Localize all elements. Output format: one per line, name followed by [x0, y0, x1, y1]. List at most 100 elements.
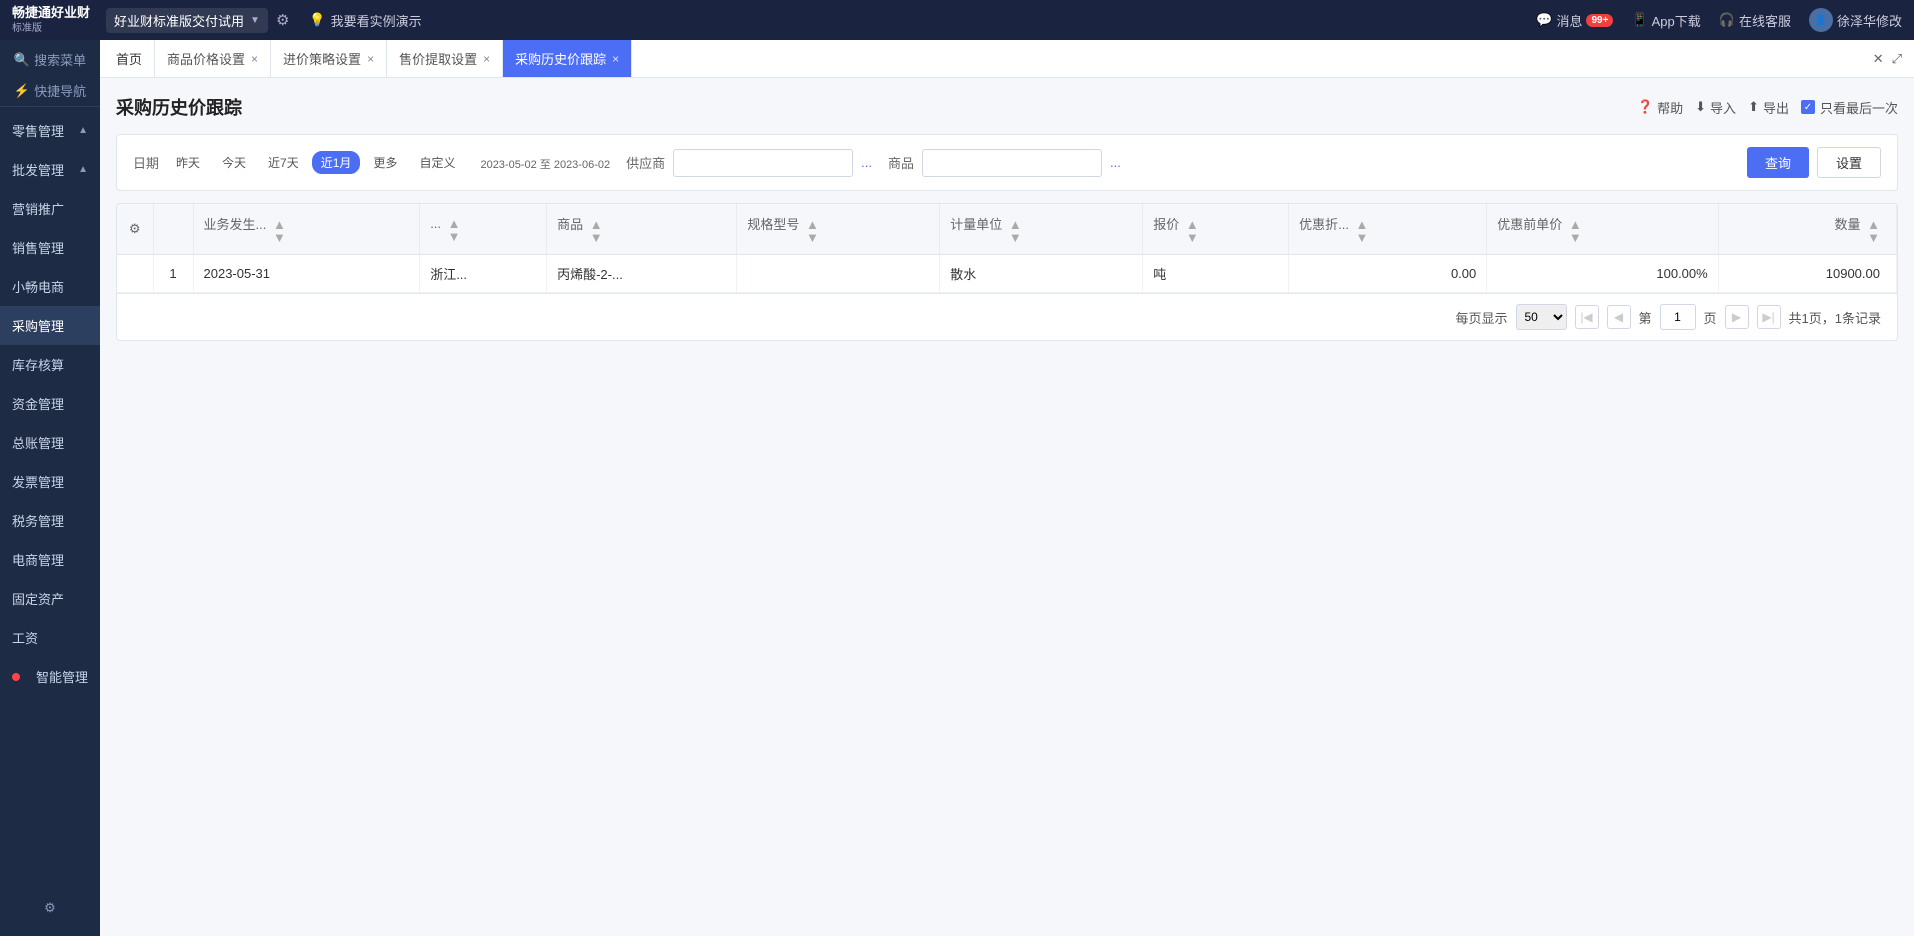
tab-purchase-strategy[interactable]: 进价策略设置 ×: [271, 40, 387, 78]
sidebar-item-label: 智能管理: [36, 667, 88, 686]
last-page-btn[interactable]: ▶|: [1757, 305, 1781, 329]
export-button[interactable]: ⬆ 导出: [1748, 98, 1789, 117]
sidebar-item-invoice[interactable]: 发票管理: [0, 462, 100, 501]
filter-settings-button[interactable]: 设置: [1817, 147, 1881, 178]
tab-close-icon[interactable]: ×: [612, 52, 619, 66]
supplier-input[interactable]: [673, 149, 853, 177]
goods-more-btn[interactable]: ...: [1110, 155, 1121, 170]
sidebar-item-label: 工资: [12, 628, 38, 647]
sidebar-item-retail[interactable]: 零售管理 ▲: [0, 111, 100, 150]
export-label: 导出: [1763, 98, 1789, 117]
sidebar-item-label: 销售管理: [12, 238, 64, 257]
sort-icon: ▲▼: [1867, 218, 1880, 244]
gear-icon: ⚙: [44, 900, 56, 916]
sidebar-item-label: 电商管理: [12, 550, 64, 569]
first-page-btn[interactable]: |◀: [1575, 305, 1599, 329]
col-unit[interactable]: 计量单位 ▲▼: [940, 204, 1143, 255]
tab-purchase-history[interactable]: 采购历史价跟踪 ×: [503, 40, 632, 78]
topbar: 畅捷通好业财 标准版 好业财标准版交付试用 ▼ ⚙ 💡 我要看实例演示 💬 消息…: [0, 0, 1914, 40]
import-button[interactable]: ⬇ 导入: [1695, 98, 1736, 117]
tab-close-icon[interactable]: ×: [483, 52, 490, 66]
tab-close-icon[interactable]: ×: [251, 52, 258, 66]
demo-button[interactable]: 💡 我要看实例演示: [309, 11, 421, 30]
sidebar-item-marketing[interactable]: 营销推广: [0, 189, 100, 228]
date-btn-last1m[interactable]: 近1月: [312, 151, 361, 174]
per-page-label: 每页显示: [1455, 308, 1507, 327]
filter-actions: 查询 设置: [1747, 147, 1881, 178]
tab-home[interactable]: 首页: [104, 40, 155, 78]
main-layout: 🔍 搜索菜单 ⚡ 快捷导航 零售管理 ▲ 批发管理 ▲ 营销推广 销售管理 小畅…: [0, 40, 1914, 936]
sidebar-item-label: 小畅电商: [12, 277, 64, 296]
supplier-label: 供应商: [626, 153, 665, 172]
only-last-label: 只看最后一次: [1820, 98, 1898, 117]
sidebar-item-smart[interactable]: 智能管理: [0, 657, 100, 696]
date-btn-more[interactable]: 更多: [364, 151, 406, 174]
sidebar-item-label: 批发管理: [12, 160, 64, 179]
message-button[interactable]: 💬 消息 99+: [1536, 11, 1613, 30]
sidebar-search-label: 搜索菜单: [34, 50, 86, 69]
close-window-icon[interactable]: ✕: [1873, 51, 1884, 67]
help-label: 帮助: [1657, 98, 1683, 117]
row-goods: 丙烯酸-2-...: [547, 255, 737, 293]
user-name: 徐泽华修改: [1837, 11, 1902, 30]
col-quantity[interactable]: 数量 ▲▼: [1718, 204, 1896, 255]
only-last-checkbox[interactable]: ✓ 只看最后一次: [1801, 98, 1898, 117]
import-icon: ⬇: [1695, 99, 1706, 115]
sidebar-gear-button[interactable]: ⚙: [0, 890, 100, 926]
tab-home-label: 首页: [116, 49, 142, 68]
goods-input[interactable]: [922, 149, 1102, 177]
tab-commodity-price[interactable]: 商品价格设置 ×: [155, 40, 271, 78]
supplier-more-btn[interactable]: ...: [861, 155, 872, 170]
sidebar-item-label: 采购管理: [12, 316, 64, 335]
sidebar-shortcut-label: 快捷导航: [34, 81, 86, 100]
sidebar-item-general-ledger[interactable]: 总账管理: [0, 423, 100, 462]
date-btn-yesterday[interactable]: 昨天: [167, 151, 209, 174]
app-download-button[interactable]: 📱 App下载: [1631, 11, 1700, 30]
col-gear[interactable]: ⚙: [117, 204, 153, 255]
sidebar-item-inventory[interactable]: 库存核算: [0, 345, 100, 384]
online-service-button[interactable]: 🎧 在线客服: [1719, 11, 1791, 30]
page-number-input[interactable]: [1660, 304, 1696, 330]
date-btn-last7[interactable]: 近7天: [259, 151, 308, 174]
next-page-btn[interactable]: ▶: [1725, 305, 1749, 329]
sidebar-item-fixed-assets[interactable]: 固定资产: [0, 579, 100, 618]
sort-icon: ▲▼: [1186, 218, 1199, 244]
sidebar-item-label: 库存核算: [12, 355, 64, 374]
row-discount-pct: 100.00%: [1487, 255, 1718, 293]
sidebar-item-sales[interactable]: 销售管理: [0, 228, 100, 267]
help-button[interactable]: ❓ 帮助: [1637, 98, 1683, 117]
edition-selector[interactable]: 好业财标准版交付试用 ▼: [106, 8, 268, 33]
user-profile-button[interactable]: 👤 徐泽华修改: [1809, 8, 1902, 32]
sidebar-item-purchase[interactable]: 采购管理: [0, 306, 100, 345]
col-more[interactable]: ... ▲▼: [420, 204, 547, 255]
tab-sale-price[interactable]: 售价提取设置 ×: [387, 40, 503, 78]
query-button[interactable]: 查询: [1747, 147, 1809, 178]
tab-controls: ✕ ⤢: [1873, 51, 1910, 67]
sidebar-search[interactable]: 🔍 搜索菜单: [0, 40, 100, 75]
col-discount-pct[interactable]: 优惠折... ▲▼: [1289, 204, 1487, 255]
sidebar-shortcut[interactable]: ⚡ 快捷导航: [0, 75, 100, 107]
per-page-select[interactable]: 50 100 200: [1516, 304, 1567, 330]
sidebar-item-small-ecommerce[interactable]: 小畅电商: [0, 267, 100, 306]
date-btn-today[interactable]: 今天: [213, 151, 255, 174]
maximize-icon[interactable]: ⤢: [1892, 51, 1902, 67]
sidebar-item-finance[interactable]: 资金管理: [0, 384, 100, 423]
sidebar-item-salary[interactable]: 工资: [0, 618, 100, 657]
message-label: 消息: [1556, 11, 1582, 30]
prev-page-btn[interactable]: ◀: [1607, 305, 1631, 329]
row-price: 吨: [1143, 255, 1289, 293]
col-date[interactable]: 业务发生... ▲▼: [193, 204, 420, 255]
demo-icon: 💡: [309, 12, 325, 28]
settings-icon[interactable]: ⚙: [276, 11, 289, 29]
sidebar-item-tax[interactable]: 税务管理: [0, 501, 100, 540]
row-no: 1: [153, 255, 193, 293]
sidebar-item-ecommerce[interactable]: 电商管理: [0, 540, 100, 579]
col-spec[interactable]: 规格型号 ▲▼: [737, 204, 940, 255]
sidebar-item-label: 发票管理: [12, 472, 64, 491]
sidebar-item-wholesale[interactable]: 批发管理 ▲: [0, 150, 100, 189]
date-btn-custom[interactable]: 自定义: [410, 151, 464, 174]
col-price[interactable]: 报价 ▲▼: [1143, 204, 1289, 255]
tab-close-icon[interactable]: ×: [367, 52, 374, 66]
col-goods[interactable]: 商品 ▲▼: [547, 204, 737, 255]
col-discount-price[interactable]: 优惠前单价 ▲▼: [1487, 204, 1718, 255]
